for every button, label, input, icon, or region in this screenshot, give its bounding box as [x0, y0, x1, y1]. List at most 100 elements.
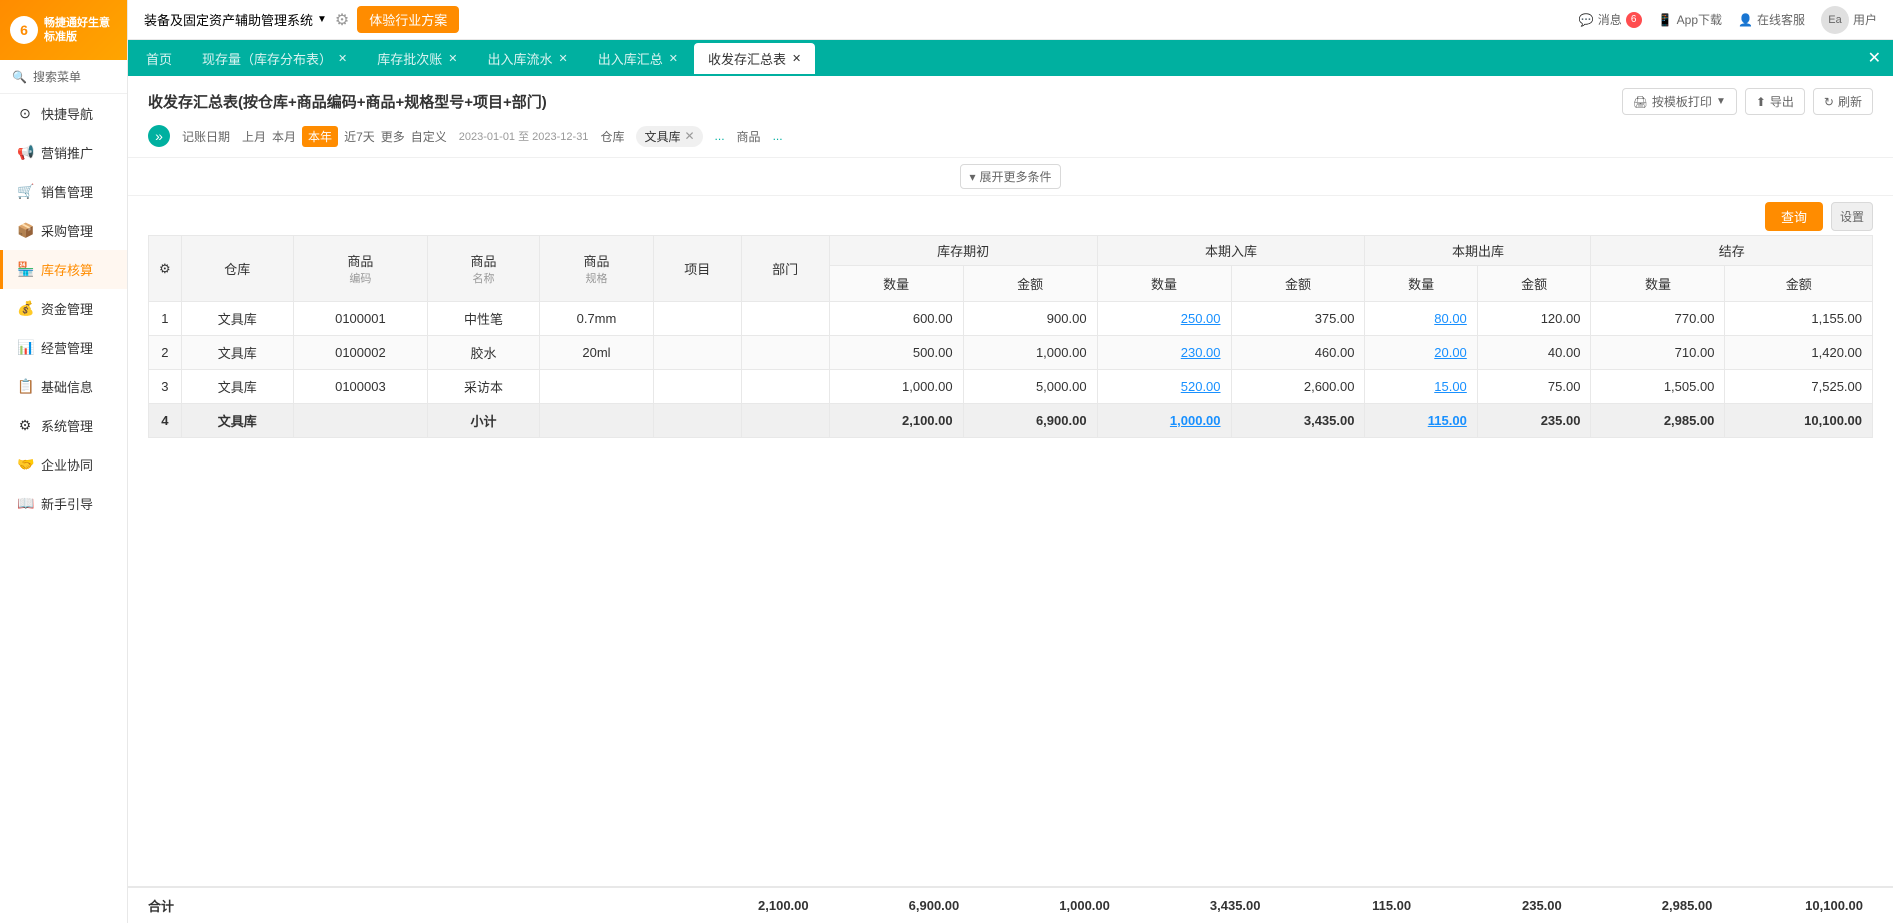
- tab-close-icon[interactable]: ✕: [792, 52, 801, 65]
- warehouse-more[interactable]: ...: [715, 129, 725, 143]
- warehouse-tag-close[interactable]: ✕: [684, 129, 694, 143]
- tab-close-icon[interactable]: ✕: [338, 52, 347, 65]
- page-actions: 🖨 按模板打印 ▼ ⬆ 导出 ↻ 刷新: [1622, 88, 1873, 115]
- table-container: ⚙ 仓库 商品编码 商品名称 商品规格 项目 部门 库存期初 本期入库 本期出库…: [128, 235, 1893, 886]
- row-no: 4: [149, 404, 182, 438]
- tab-home[interactable]: 首页: [132, 43, 186, 74]
- sidebar-item-sales[interactable]: 🛒 销售管理: [0, 172, 127, 211]
- tab-in-out-summary[interactable]: 出入库汇总 ✕: [584, 43, 692, 74]
- message-action[interactable]: 💬 消息 6: [1579, 11, 1642, 28]
- main-table: ⚙ 仓库 商品编码 商品名称 商品规格 项目 部门 库存期初 本期入库 本期出库…: [148, 235, 1873, 438]
- row-open-amt: 5,000.00: [963, 370, 1097, 404]
- query-button[interactable]: 查询: [1765, 202, 1823, 231]
- tab-close-icon[interactable]: ✕: [448, 52, 457, 65]
- search-menu[interactable]: 🔍 搜索菜单: [0, 60, 127, 94]
- tab-bar-close-icon[interactable]: ✕: [1860, 48, 1889, 68]
- row-no: 2: [149, 336, 182, 370]
- row-goods-spec: 0.7mm: [540, 302, 654, 336]
- filter-bar: » 记账日期 上月 本月 本年 近7天 更多 自定义 2023-01-01 至 …: [128, 115, 1893, 158]
- row-in-amt: 3,435.00: [1231, 404, 1365, 438]
- export-icon: ⬆: [1756, 95, 1766, 109]
- row-no: 1: [149, 302, 182, 336]
- row-project: [653, 404, 741, 438]
- row-goods-name: 小计: [427, 404, 539, 438]
- tab-label: 出入库流水: [487, 49, 552, 68]
- row-department: [741, 336, 829, 370]
- logo-icon: 6: [10, 16, 38, 44]
- tab-close-icon[interactable]: ✕: [669, 52, 678, 65]
- th-goods-name: 商品名称: [427, 236, 539, 302]
- row-in-qty[interactable]: 520.00: [1097, 370, 1231, 404]
- tab-batch[interactable]: 库存批次账 ✕: [363, 43, 471, 74]
- sidebar-item-quick-nav[interactable]: ⊙ 快捷导航: [0, 94, 127, 133]
- table-row: 4 文具库 小计 2,100.00 6,900.00 1,000.00 3,43…: [149, 404, 1873, 438]
- row-in-qty[interactable]: 230.00: [1097, 336, 1231, 370]
- row-in-amt: 460.00: [1231, 336, 1365, 370]
- user-action[interactable]: Ea 用户: [1821, 6, 1877, 34]
- chevron-down-icon: ▼: [317, 14, 327, 25]
- row-in-qty[interactable]: 250.00: [1097, 302, 1231, 336]
- sidebar-item-label: 采购管理: [41, 221, 93, 240]
- chevron-down-icon: ▾: [969, 170, 975, 184]
- date-opt-last-month[interactable]: 上月: [242, 128, 266, 145]
- sidebar-item-inventory[interactable]: 🏪 库存核算: [0, 250, 127, 289]
- th-settings[interactable]: ⚙: [149, 236, 182, 302]
- th-in-qty: 数量: [1097, 266, 1231, 302]
- sidebar-item-base-info[interactable]: 📋 基础信息: [0, 367, 127, 406]
- filter-toggle-button[interactable]: »: [148, 125, 170, 147]
- goods-more[interactable]: ...: [773, 129, 783, 143]
- sidebar-item-operation[interactable]: 📊 经营管理: [0, 328, 127, 367]
- app-download-action[interactable]: 📱 App下载: [1658, 11, 1722, 28]
- expand-button[interactable]: ▾ 展开更多条件: [960, 164, 1060, 189]
- system-selector[interactable]: 装备及固定资产辅助管理系统 ▼: [144, 10, 327, 29]
- column-settings-button[interactable]: 设置: [1831, 202, 1873, 231]
- refresh-label: 刷新: [1838, 93, 1862, 110]
- row-warehouse: 文具库: [181, 404, 293, 438]
- message-icon: 💬: [1579, 13, 1594, 27]
- row-out-qty[interactable]: 115.00: [1365, 404, 1477, 438]
- print-button[interactable]: 🖨 按模板打印 ▼: [1622, 88, 1737, 115]
- inventory-icon: 🏪: [17, 261, 33, 278]
- tab-home-label: 首页: [146, 49, 172, 68]
- row-out-qty[interactable]: 20.00: [1365, 336, 1477, 370]
- date-opt-more[interactable]: 更多: [381, 128, 405, 145]
- row-in-qty[interactable]: 1,000.00: [1097, 404, 1231, 438]
- date-opt-this-month[interactable]: 本月: [272, 128, 296, 145]
- th-out-stock: 本期出库: [1365, 236, 1591, 266]
- th-bal-qty: 数量: [1591, 266, 1725, 302]
- tab-stock-summary[interactable]: 收发存汇总表 ✕: [694, 43, 815, 74]
- th-open-qty: 数量: [829, 266, 963, 302]
- trial-button[interactable]: 体验行业方案: [357, 6, 459, 33]
- row-out-qty[interactable]: 80.00: [1365, 302, 1477, 336]
- sidebar-item-guide[interactable]: 📖 新手引导: [0, 484, 127, 523]
- footer-bal-qty: 2,985.00: [1572, 898, 1723, 913]
- tab-close-icon[interactable]: ✕: [559, 52, 568, 65]
- tab-inventory-dist[interactable]: 现存量（库存分布表） ✕: [188, 43, 361, 74]
- sidebar-item-label: 新手引导: [41, 494, 93, 513]
- tab-in-out-flow[interactable]: 出入库流水 ✕: [473, 43, 581, 74]
- row-out-qty[interactable]: 15.00: [1365, 370, 1477, 404]
- sidebar-item-system[interactable]: ⚙ 系统管理: [0, 406, 127, 445]
- sidebar-item-corp[interactable]: 🤝 企业协同: [0, 445, 127, 484]
- export-button[interactable]: ⬆ 导出: [1745, 88, 1805, 115]
- settings-icon[interactable]: ⚙: [335, 10, 349, 30]
- date-opt-this-year[interactable]: 本年: [302, 126, 338, 147]
- sidebar-item-label: 系统管理: [41, 416, 93, 435]
- sidebar-item-purchase[interactable]: 📦 采购管理: [0, 211, 127, 250]
- sidebar-item-label: 资金管理: [41, 299, 93, 318]
- search-icon: 🔍: [12, 70, 27, 84]
- sidebar-item-finance[interactable]: 💰 资金管理: [0, 289, 127, 328]
- th-warehouse: 仓库: [181, 236, 293, 302]
- sidebar-item-marketing[interactable]: 📢 营销推广: [0, 133, 127, 172]
- avatar-text: Ea: [1828, 14, 1841, 26]
- sidebar-item-label: 营销推广: [41, 143, 93, 162]
- sidebar-item-label: 基础信息: [41, 377, 93, 396]
- online-service-action[interactable]: 👤 在线客服: [1738, 11, 1805, 28]
- refresh-button[interactable]: ↻ 刷新: [1813, 88, 1873, 115]
- row-no: 3: [149, 370, 182, 404]
- row-in-amt: 2,600.00: [1231, 370, 1365, 404]
- sidebar-item-label: 库存核算: [41, 260, 93, 279]
- date-opt-custom[interactable]: 自定义: [411, 128, 447, 145]
- date-opt-7days[interactable]: 近7天: [344, 128, 375, 145]
- refresh-icon: ↻: [1824, 95, 1834, 109]
